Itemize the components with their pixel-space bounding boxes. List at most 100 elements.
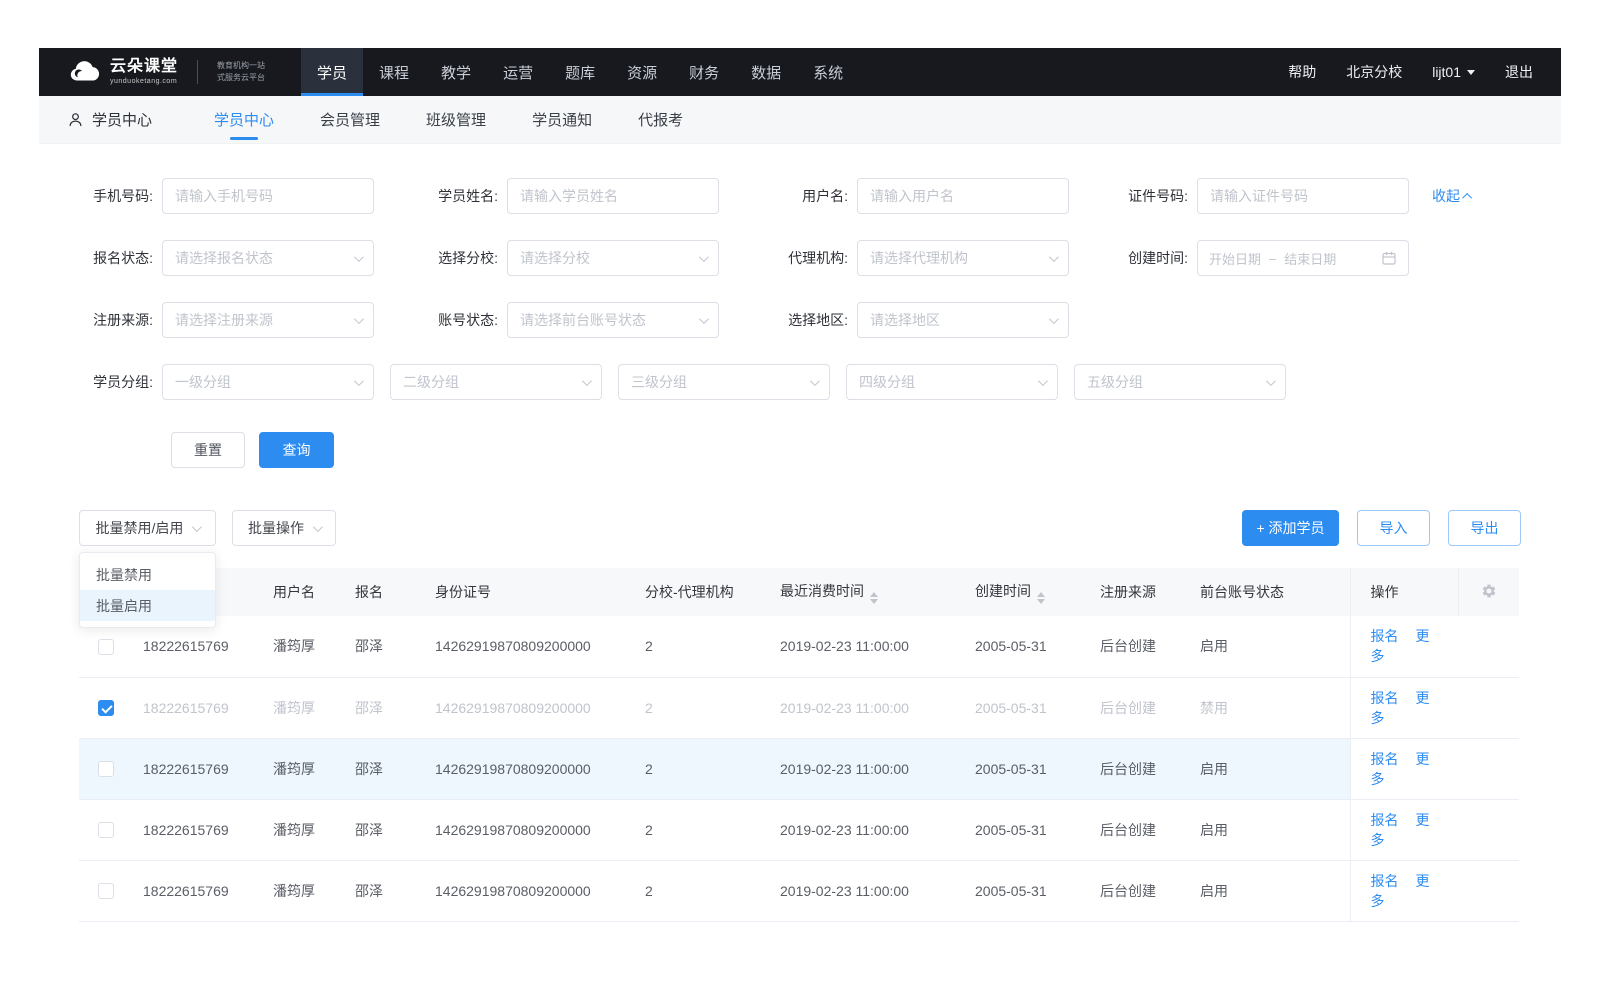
action-enroll-link[interactable]: 报名	[1371, 873, 1399, 889]
logo-divider	[197, 60, 198, 84]
agency-select[interactable]: 请选择代理机构	[857, 240, 1069, 276]
cell-idno: 14262919870809200000	[425, 616, 635, 677]
logout-link[interactable]: 退出	[1505, 62, 1533, 82]
cell-status: 启用	[1190, 616, 1350, 677]
cell-phone: 18222615769	[133, 677, 263, 738]
gear-icon[interactable]	[1481, 583, 1497, 599]
cell-user: 潘筠厚	[263, 677, 345, 738]
chevron-down-icon	[1049, 252, 1059, 262]
main-nav: 学员 课程 教学 运营 题库 资源 财务 数据 系统	[301, 48, 859, 96]
cell-status: 启用	[1190, 738, 1350, 799]
phone-input[interactable]	[162, 178, 374, 214]
cell-consume: 2019-02-23 11:00:00	[770, 799, 965, 860]
idcard-input[interactable]	[1197, 178, 1409, 214]
tab-proxy-exam[interactable]: 代报考	[638, 96, 683, 144]
brand-tagline-line2: 式服务云平台	[217, 72, 265, 84]
action-enroll-link[interactable]: 报名	[1371, 628, 1399, 644]
account-status-select[interactable]: 请选择前台账号状态	[507, 302, 719, 338]
sort-icon[interactable]	[870, 592, 878, 604]
brand-logo: 云朵课堂 yunduoketang.com 教育机构一站 式服务云平台	[67, 59, 265, 85]
help-link[interactable]: 帮助	[1288, 62, 1316, 82]
enroll-status-select[interactable]: 请选择报名状态	[162, 240, 374, 276]
person-icon	[67, 111, 84, 128]
sort-icon[interactable]	[1037, 592, 1045, 604]
cell-created: 2005-05-31	[965, 677, 1090, 738]
cell-branch: 2	[635, 860, 770, 921]
collapse-filters-link[interactable]: 收起	[1432, 186, 1472, 206]
nav-item-data[interactable]: 数据	[735, 48, 797, 96]
cell-actions: 报名更多	[1350, 616, 1458, 677]
cell-enroll: 邵泽	[345, 860, 425, 921]
caret-down-icon	[1467, 70, 1475, 75]
subnav-tabs: 学员中心 会员管理 班级管理 学员通知 代报考	[214, 96, 683, 144]
header-last-consume-time: 最近消费时间	[770, 568, 965, 616]
student-name-input[interactable]	[507, 178, 719, 214]
cell-user: 潘筠厚	[263, 738, 345, 799]
nav-item-system[interactable]: 系统	[797, 48, 859, 96]
chevron-down-icon	[192, 522, 202, 532]
region-select[interactable]: 请选择地区	[857, 302, 1069, 338]
action-enroll-link[interactable]: 报名	[1371, 812, 1399, 828]
header-username: 用户名	[263, 568, 345, 616]
batch-disable-enable-dropdown-button[interactable]: 批量禁用/启用	[79, 510, 216, 546]
import-button[interactable]: 导入	[1357, 510, 1430, 546]
menu-item-batch-disable[interactable]: 批量禁用	[80, 559, 215, 590]
nav-item-courses[interactable]: 课程	[363, 48, 425, 96]
group-level1-select[interactable]: 一级分组	[162, 364, 374, 400]
cell-actions: 报名更多	[1350, 799, 1458, 860]
section-title: 学员中心	[67, 109, 152, 130]
tab-student-center[interactable]: 学员中心	[214, 96, 274, 144]
tab-class-management[interactable]: 班级管理	[426, 96, 486, 144]
export-button[interactable]: 导出	[1448, 510, 1521, 546]
reset-button[interactable]: 重置	[171, 432, 245, 468]
row-checkbox[interactable]	[98, 883, 114, 899]
enroll-status-label: 报名状态:	[79, 248, 162, 268]
group-level2-select[interactable]: 二级分组	[390, 364, 602, 400]
cell-enroll: 邵泽	[345, 799, 425, 860]
cell-source: 后台创建	[1090, 616, 1190, 677]
nav-item-question-bank[interactable]: 题库	[549, 48, 611, 96]
calendar-icon	[1381, 250, 1397, 266]
nav-item-resources[interactable]: 资源	[611, 48, 673, 96]
action-enroll-link[interactable]: 报名	[1371, 690, 1399, 706]
table-toolbar: 批量禁用/启用 批量操作 + 添加学员 导入 导出 批量禁用 批量启用	[79, 510, 1521, 546]
search-button[interactable]: 查询	[259, 432, 334, 468]
menu-item-batch-enable[interactable]: 批量启用	[80, 590, 215, 621]
cell-source: 后台创建	[1090, 738, 1190, 799]
chevron-down-icon	[354, 314, 364, 324]
row-checkbox[interactable]	[98, 639, 114, 655]
cell-source: 后台创建	[1090, 677, 1190, 738]
group-level3-select[interactable]: 三级分组	[618, 364, 830, 400]
add-student-button[interactable]: + 添加学员	[1242, 510, 1339, 546]
username-input[interactable]	[857, 178, 1069, 214]
nav-item-teaching[interactable]: 教学	[425, 48, 487, 96]
cell-actions: 报名更多	[1350, 677, 1458, 738]
tab-student-notice[interactable]: 学员通知	[532, 96, 592, 144]
branch-link[interactable]: 北京分校	[1346, 62, 1402, 82]
nav-item-operation[interactable]: 运营	[487, 48, 549, 96]
cell-user: 潘筠厚	[263, 799, 345, 860]
action-enroll-link[interactable]: 报名	[1371, 751, 1399, 767]
nav-item-finance[interactable]: 财务	[673, 48, 735, 96]
user-menu[interactable]: lijt01	[1432, 64, 1475, 80]
reg-source-select[interactable]: 请选择注册来源	[162, 302, 374, 338]
group-level4-select[interactable]: 四级分组	[846, 364, 1058, 400]
chevron-down-icon	[582, 376, 592, 386]
cell-branch: 2	[635, 738, 770, 799]
cell-created: 2005-05-31	[965, 738, 1090, 799]
batch-operations-dropdown-button[interactable]: 批量操作	[232, 510, 336, 546]
cell-status: 启用	[1190, 860, 1350, 921]
row-checkbox[interactable]	[98, 822, 114, 838]
group-level5-select[interactable]: 五级分组	[1074, 364, 1286, 400]
account-status-label: 账号状态:	[424, 310, 507, 330]
tab-member-management[interactable]: 会员管理	[320, 96, 380, 144]
cell-source: 后台创建	[1090, 799, 1190, 860]
row-checkbox[interactable]	[98, 700, 114, 716]
created-date-range-picker[interactable]: 开始日期 – 结束日期	[1197, 240, 1409, 276]
row-checkbox[interactable]	[98, 761, 114, 777]
chevron-down-icon	[1038, 376, 1048, 386]
table-row: 18222615769潘筠厚邵泽142629198708092000002201…	[79, 738, 1519, 799]
nav-item-students[interactable]: 学员	[301, 48, 363, 96]
cell-checkbox	[79, 738, 133, 799]
school-select[interactable]: 请选择分校	[507, 240, 719, 276]
